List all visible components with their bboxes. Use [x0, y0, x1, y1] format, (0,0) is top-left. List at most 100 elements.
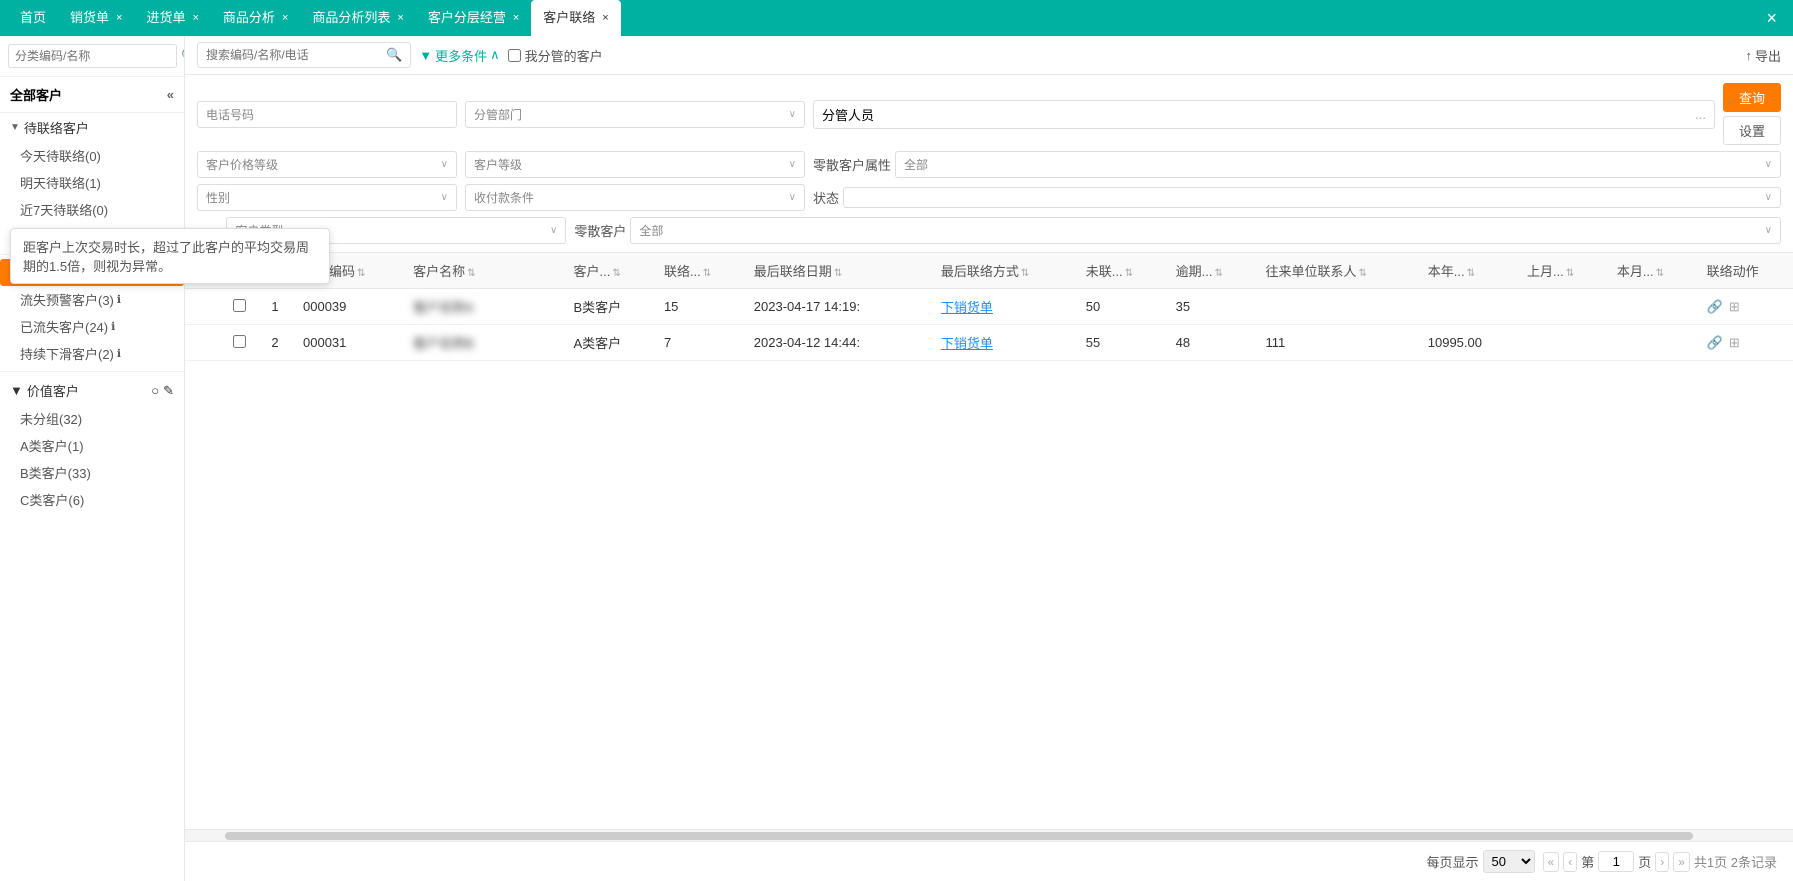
person-dots[interactable]: ...	[1695, 107, 1706, 122]
row1-checkbox[interactable]	[221, 289, 257, 325]
sidebar-item-7days[interactable]: 近7天待联络(0)	[0, 196, 184, 223]
retail-field[interactable]: 全部 ∨	[630, 217, 1781, 244]
window-close-button[interactable]: ×	[1758, 8, 1785, 29]
phone-label: 电话号码	[206, 106, 448, 123]
row2-last-method: 下销货单	[931, 325, 1076, 361]
sidebar-item-today[interactable]: 今天待联络(0)	[0, 142, 184, 169]
customer-level-field[interactable]: 客户等级 ∨	[465, 151, 805, 178]
nav-close-purchase[interactable]: ×	[192, 0, 198, 36]
sidebar-item-lost[interactable]: 已流失客户(24) ℹ	[0, 313, 184, 340]
my-customers-checkbox[interactable]: 我分管的客户	[508, 46, 603, 65]
sidebar-item-b-class[interactable]: B类客户(33)	[0, 459, 184, 486]
scrollbar-thumb[interactable]	[225, 832, 1693, 840]
content-area: 🔍 ▼ 更多条件 ∧ 我分管的客户 ↑ 导出 电话号码	[185, 36, 1793, 881]
sidebar-all-customers[interactable]: 全部客户 «	[0, 77, 184, 113]
nav-close-customer-contact[interactable]: ×	[602, 0, 608, 36]
sort-code-icon: ⇅	[357, 268, 365, 279]
edit-icon[interactable]: ✎	[163, 383, 174, 399]
status-chevron-icon: ∨	[1765, 192, 1772, 203]
dept-field[interactable]: 分管部门 ∨	[465, 101, 805, 128]
nav-close-analysis[interactable]: ×	[282, 0, 288, 36]
row1-method-link[interactable]: 下销货单	[941, 300, 993, 315]
sidebar-item-loss-warning[interactable]: 流失预警客户(3) ℹ	[0, 286, 184, 313]
nav-item-analysis[interactable]: 商品分析 ×	[211, 0, 300, 36]
nav-item-customer-contact[interactable]: 客户联络 ×	[531, 0, 620, 36]
gender-field[interactable]: 性别 ∨	[197, 184, 457, 211]
sidebar-item-declining[interactable]: 持续下滑客户(2) ℹ	[0, 340, 184, 367]
loss-warning-info-icon: ℹ	[117, 293, 121, 306]
col-last-date-label: 最后联络日期	[754, 264, 832, 279]
settings-button[interactable]: 设置	[1723, 116, 1781, 145]
price-level-field[interactable]: 客户价格等级 ∨	[197, 151, 457, 178]
row2-check[interactable]	[233, 335, 246, 348]
col-contact-person[interactable]: 往来单位联系人⇅	[1256, 253, 1418, 289]
status-field[interactable]: ∨	[843, 187, 1781, 208]
row2-checkbox[interactable]	[221, 325, 257, 361]
nav-item-home[interactable]: 首页	[8, 0, 58, 36]
first-page-btn[interactable]: «	[1543, 852, 1560, 872]
search-input[interactable]	[206, 48, 386, 62]
col-type[interactable]: 客户...⇅	[564, 253, 654, 289]
nav-item-analysis-list[interactable]: 商品分析列表 ×	[300, 0, 415, 36]
sidebar-item-tomorrow[interactable]: 明天待联络(1)	[0, 169, 184, 196]
nav-item-purchase[interactable]: 进货单 ×	[134, 0, 210, 36]
status-label: 状态	[813, 188, 839, 207]
col-this-month[interactable]: 本月...⇅	[1607, 253, 1697, 289]
row1-link-icon[interactable]: 🔗	[1707, 299, 1723, 315]
collapse-icon[interactable]: «	[167, 87, 174, 102]
row2-grid-icon[interactable]: ⊞	[1729, 335, 1740, 351]
last-page-btn[interactable]: »	[1673, 852, 1690, 872]
row2-method-link[interactable]: 下销货单	[941, 336, 993, 351]
col-last-date[interactable]: 最后联络日期⇅	[744, 253, 931, 289]
payment-field[interactable]: 收付款条件 ∨	[465, 184, 805, 211]
col-this-year[interactable]: 本年...⇅	[1418, 253, 1517, 289]
row1-action-icons: 🔗 ⊞	[1707, 299, 1783, 315]
nav-item-sales[interactable]: 销货单 ×	[58, 0, 134, 36]
sort-last-month-icon: ⇅	[1566, 268, 1574, 279]
tomorrow-label: 明天待联络(1)	[20, 176, 101, 191]
retail-attr-field[interactable]: 全部 ∨	[895, 151, 1781, 178]
row1-last-month	[1517, 289, 1607, 325]
pending-group-label: 待联络客户	[24, 118, 89, 137]
sidebar-item-ungroup[interactable]: 未分组(32)	[0, 405, 184, 432]
sidebar-item-c-class[interactable]: C类客户(6)	[0, 486, 184, 513]
col-contact-count[interactable]: 联络...⇅	[654, 253, 744, 289]
nav-close-sales[interactable]: ×	[116, 0, 122, 36]
col-actions-label: 联络动作	[1707, 264, 1759, 279]
export-button[interactable]: ↑ 导出	[1745, 46, 1781, 65]
col-last-month[interactable]: 上月...⇅	[1517, 253, 1607, 289]
query-button[interactable]: 查询	[1723, 83, 1781, 112]
nav-close-analysis-list[interactable]: ×	[397, 0, 403, 36]
row1-name: 客户名称A	[403, 289, 563, 325]
sort-last-date-icon: ⇅	[834, 268, 842, 279]
row2-link-icon[interactable]: 🔗	[1707, 335, 1723, 351]
declining-info-icon: ℹ	[117, 347, 121, 360]
table-scrollbar[interactable]	[185, 829, 1793, 841]
per-page-select[interactable]: 50 20 100	[1483, 850, 1535, 873]
person-field[interactable]: 分管人员 ...	[813, 100, 1715, 129]
phone-field[interactable]: 电话号码	[197, 101, 457, 128]
sidebar-pending-group[interactable]: ▼ 待联络客户	[0, 113, 184, 142]
col-not-contact[interactable]: 未联...⇅	[1076, 253, 1166, 289]
search-icon: 🔍	[386, 47, 402, 63]
sidebar-search-input[interactable]	[8, 44, 177, 68]
empty-space	[185, 361, 1793, 829]
nav-item-customer-tier[interactable]: 客户分层经营 ×	[416, 0, 531, 36]
col-name[interactable]: 客户名称⇅	[403, 253, 563, 289]
my-customers-check[interactable]	[508, 49, 521, 62]
sidebar-item-a-class[interactable]: A类客户(1)	[0, 432, 184, 459]
sidebar-scroll: 全部客户 « ▼ 待联络客户 今天待联络(0) 明天待联络(1) 近7天待联络(…	[0, 77, 184, 881]
col-overdue[interactable]: 逾期...⇅	[1166, 253, 1256, 289]
next-page-btn[interactable]: ›	[1655, 852, 1669, 872]
circle-icon[interactable]: ○	[151, 383, 159, 399]
row1-check[interactable]	[233, 299, 246, 312]
col-last-method[interactable]: 最后联络方式⇅	[931, 253, 1076, 289]
row1-grid-icon[interactable]: ⊞	[1729, 299, 1740, 315]
nav-close-customer-tier[interactable]: ×	[513, 0, 519, 36]
nav-label-customer-contact: 客户联络	[543, 0, 595, 36]
prev-page-btn[interactable]: ‹	[1563, 852, 1577, 872]
sidebar-value-group[interactable]: ▼ 价值客户 ○ ✎	[0, 376, 184, 405]
page-number-input[interactable]	[1598, 851, 1634, 872]
my-customers-label: 我分管的客户	[525, 46, 603, 65]
more-conditions-btn[interactable]: ▼ 更多条件 ∧	[419, 46, 499, 65]
